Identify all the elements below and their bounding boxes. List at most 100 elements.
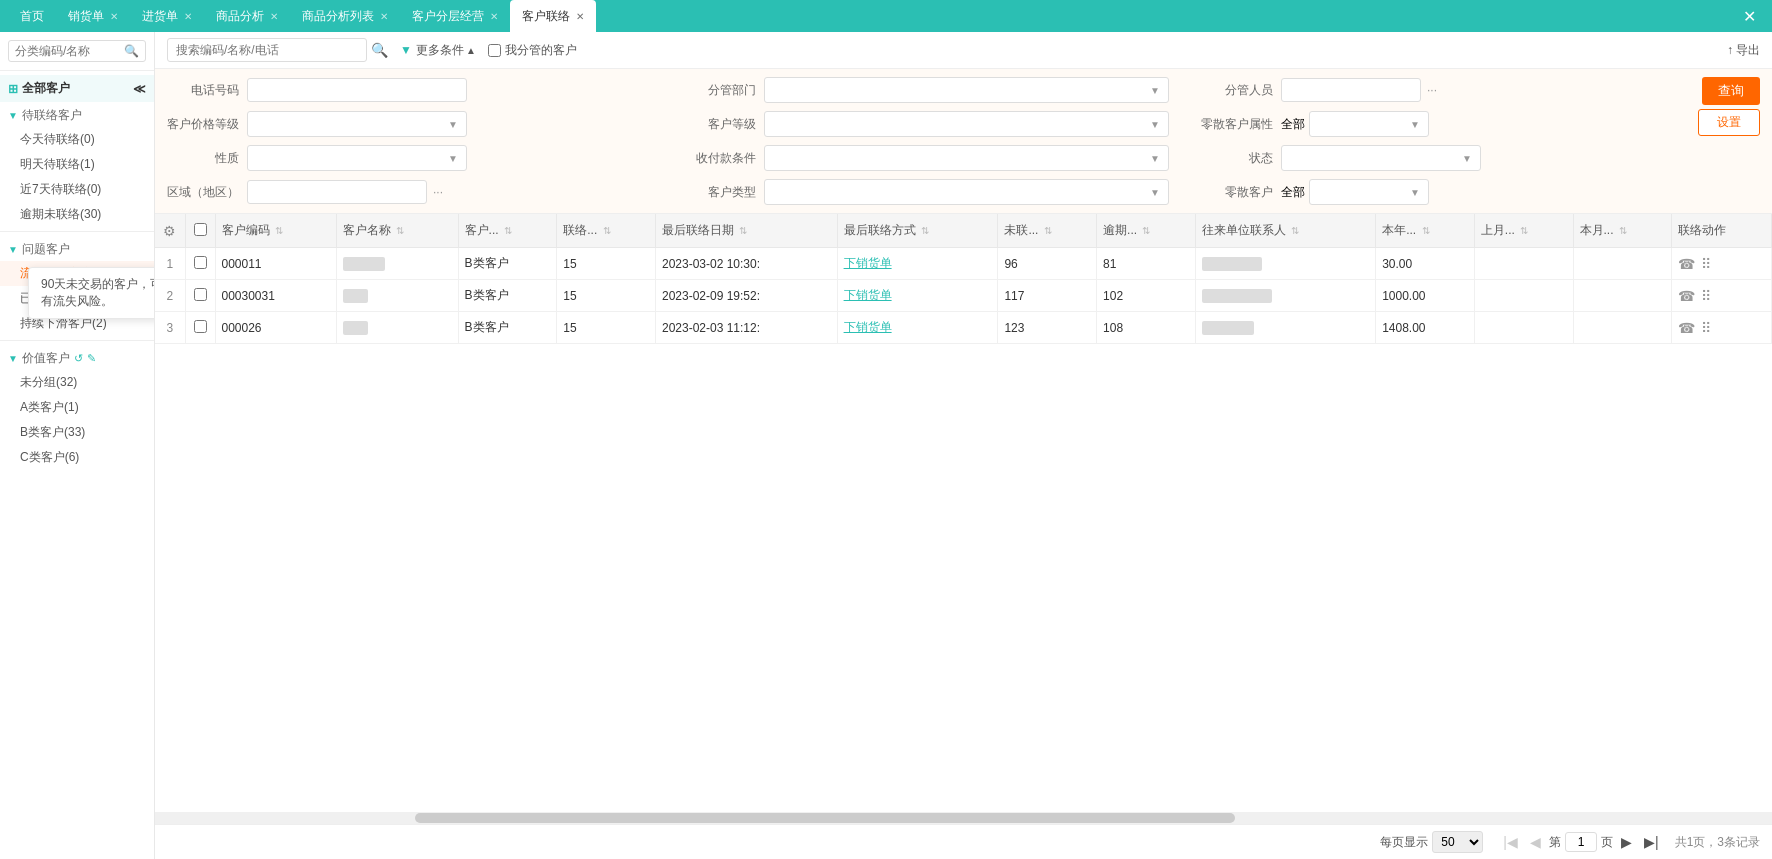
edit-icon[interactable]: ✎ — [87, 352, 96, 365]
tab-sales-close[interactable]: ✕ — [110, 11, 118, 22]
filter-price-grade-select[interactable]: ▼ — [247, 111, 467, 137]
th-type[interactable]: 客户... ⇅ — [458, 214, 557, 248]
sidebar-item-a-class[interactable]: A类客户(1) — [0, 395, 154, 420]
row-checkbox-input-2[interactable] — [194, 288, 207, 301]
settings-gear-icon[interactable]: ⚙ — [163, 223, 176, 239]
th-code[interactable]: 客户编码 ⇅ — [215, 214, 337, 248]
section-pending-contact[interactable]: ▼ 待联络客户 — [0, 102, 154, 127]
filter-manager-input[interactable] — [1281, 78, 1421, 102]
filter-search-button[interactable]: 🔍 — [371, 42, 388, 58]
settings-button[interactable]: 设置 — [1698, 109, 1760, 136]
th-uncontacted[interactable]: 未联... ⇅ — [998, 214, 1097, 248]
tab-customer-contact-close[interactable]: ✕ — [576, 11, 584, 22]
tab-analysis[interactable]: 商品分析 ✕ — [204, 0, 290, 32]
filter-region-field: 区域（地区） ··· — [167, 180, 652, 204]
my-customers-checkbox-label[interactable]: 我分管的客户 — [488, 42, 577, 59]
th-name[interactable]: 客户名称 ⇅ — [337, 214, 459, 248]
filter-retail-attr-select[interactable]: ▼ — [1309, 111, 1429, 137]
more-icon-3[interactable]: ⠿ — [1701, 320, 1711, 336]
sidebar-item-c-class[interactable]: C类客户(6) — [0, 445, 154, 470]
export-button[interactable]: ↑ 导出 — [1727, 42, 1760, 59]
tab-home[interactable]: 首页 — [8, 0, 56, 32]
sidebar-item-b-class[interactable]: B类客户(33) — [0, 420, 154, 445]
th-last-date[interactable]: 最后联络日期 ⇅ — [655, 214, 837, 248]
all-customers-header[interactable]: ⊞ 全部客户 ≪ — [0, 75, 154, 102]
page-first-button[interactable]: |◀ — [1499, 832, 1522, 852]
filter-customer-grade-select[interactable]: ▼ — [764, 111, 1169, 137]
sidebar-item-tomorrow[interactable]: 明天待联络(1) — [0, 152, 154, 177]
tab-analysis-list-close[interactable]: ✕ — [380, 11, 388, 22]
my-customers-checkbox[interactable] — [488, 44, 501, 57]
th-overdue[interactable]: 逾期... ⇅ — [1097, 214, 1196, 248]
divider-2 — [0, 340, 154, 341]
row-checkbox-2[interactable] — [185, 280, 215, 312]
tab-home-label: 首页 — [20, 8, 44, 25]
sidebar-item-churned[interactable]: 已流失客户(24) — [0, 286, 154, 311]
query-button[interactable]: 查询 — [1702, 77, 1760, 105]
sidebar-item-7days[interactable]: 近7天待联络(0) — [0, 177, 154, 202]
window-close-button[interactable]: ✕ — [1735, 7, 1764, 26]
tab-purchase[interactable]: 进货单 ✕ — [130, 0, 204, 32]
sidebar-item-overdue[interactable]: 逾期未联络(30) — [0, 202, 154, 227]
contact-icon-1[interactable]: ☎ — [1678, 256, 1695, 272]
section-value-customers[interactable]: ▼ 价值客户 ↺ ✎ — [0, 345, 154, 370]
filter-status-select[interactable]: ▼ — [1281, 145, 1481, 171]
sidebar-item-unclassified[interactable]: 未分组(32) — [0, 370, 154, 395]
link-method-1[interactable]: 下销货单 — [844, 256, 892, 270]
sidebar-item-churn-warning[interactable]: 流失预警客户(3) ⚠ — [0, 261, 154, 286]
page-next-button[interactable]: ▶ — [1617, 832, 1636, 852]
filter-payment-select[interactable]: ▼ — [764, 145, 1169, 171]
sort-icon-this-month: ⇅ — [1619, 225, 1627, 236]
row-checkbox-1[interactable] — [185, 248, 215, 280]
sidebar-item-declining[interactable]: 持续下滑客户(2) — [0, 311, 154, 336]
filter-retail-select[interactable]: ▼ — [1309, 179, 1429, 205]
row-last-method-1[interactable]: 下销货单 — [837, 248, 998, 280]
tab-analysis-close[interactable]: ✕ — [270, 11, 278, 22]
more-icon-1[interactable]: ⠿ — [1701, 256, 1711, 272]
th-unit-contacts[interactable]: 往来单位联系人 ⇅ — [1195, 214, 1375, 248]
refresh-icon[interactable]: ↺ — [74, 352, 83, 365]
th-last-month[interactable]: 上月... ⇅ — [1474, 214, 1573, 248]
sidebar-item-today[interactable]: 今天待联络(0) — [0, 127, 154, 152]
tab-purchase-close[interactable]: ✕ — [184, 11, 192, 22]
filter-search-input[interactable] — [167, 38, 367, 62]
select-all-checkbox[interactable] — [194, 223, 207, 236]
row-last-method-2[interactable]: 下销货单 — [837, 280, 998, 312]
per-page-select[interactable]: 50 20 100 — [1432, 831, 1483, 853]
contact-icon-2[interactable]: ☎ — [1678, 288, 1695, 304]
tab-analysis-list[interactable]: 商品分析列表 ✕ — [290, 0, 400, 32]
row-checkbox-input-1[interactable] — [194, 256, 207, 269]
tab-customer-contact[interactable]: 客户联络 ✕ — [510, 0, 596, 32]
more-icon-2[interactable]: ⠿ — [1701, 288, 1711, 304]
horizontal-scrollbar[interactable] — [155, 812, 1772, 824]
th-this-month[interactable]: 本月... ⇅ — [1573, 214, 1672, 248]
page-last-button[interactable]: ▶| — [1640, 832, 1663, 852]
tab-customer-seg[interactable]: 客户分层经营 ✕ — [400, 0, 510, 32]
th-settings[interactable]: ⚙ — [155, 214, 185, 248]
table-row: 3 000026 ██ B类客户 15 2023-02-03 11:12: 下销… — [155, 312, 1772, 344]
footer-page-size: 每页显示 50 20 100 — [1380, 831, 1487, 853]
th-contacts[interactable]: 联络... ⇅ — [557, 214, 656, 248]
link-method-2[interactable]: 下销货单 — [844, 288, 892, 302]
tab-customer-seg-close[interactable]: ✕ — [490, 11, 498, 22]
page-prev-button[interactable]: ◀ — [1526, 832, 1545, 852]
th-checkbox[interactable] — [185, 214, 215, 248]
link-method-3[interactable]: 下销货单 — [844, 320, 892, 334]
filter-dept-select[interactable]: ▼ — [764, 77, 1169, 103]
contact-icon-3[interactable]: ☎ — [1678, 320, 1695, 336]
row-checkbox-input-3[interactable] — [194, 320, 207, 333]
row-checkbox-3[interactable] — [185, 312, 215, 344]
filter-phone-input[interactable] — [247, 78, 467, 102]
th-last-method[interactable]: 最后联络方式 ⇅ — [837, 214, 998, 248]
filter-customer-type-select[interactable]: ▼ — [764, 179, 1169, 205]
tab-sales[interactable]: 销货单 ✕ — [56, 0, 130, 32]
sidebar-item-tomorrow-label: 明天待联络(1) — [20, 156, 95, 173]
filter-gender-select[interactable]: ▼ — [247, 145, 467, 171]
row-last-method-3[interactable]: 下销货单 — [837, 312, 998, 344]
page-input[interactable] — [1565, 832, 1597, 852]
section-problem-customers[interactable]: ▼ 问题客户 — [0, 236, 154, 261]
th-this-year[interactable]: 本年... ⇅ — [1376, 214, 1475, 248]
filter-region-input[interactable] — [247, 180, 427, 204]
scrollbar-thumb[interactable] — [415, 813, 1235, 823]
more-conditions-button[interactable]: ▼ 更多条件 ▲ — [400, 42, 476, 59]
